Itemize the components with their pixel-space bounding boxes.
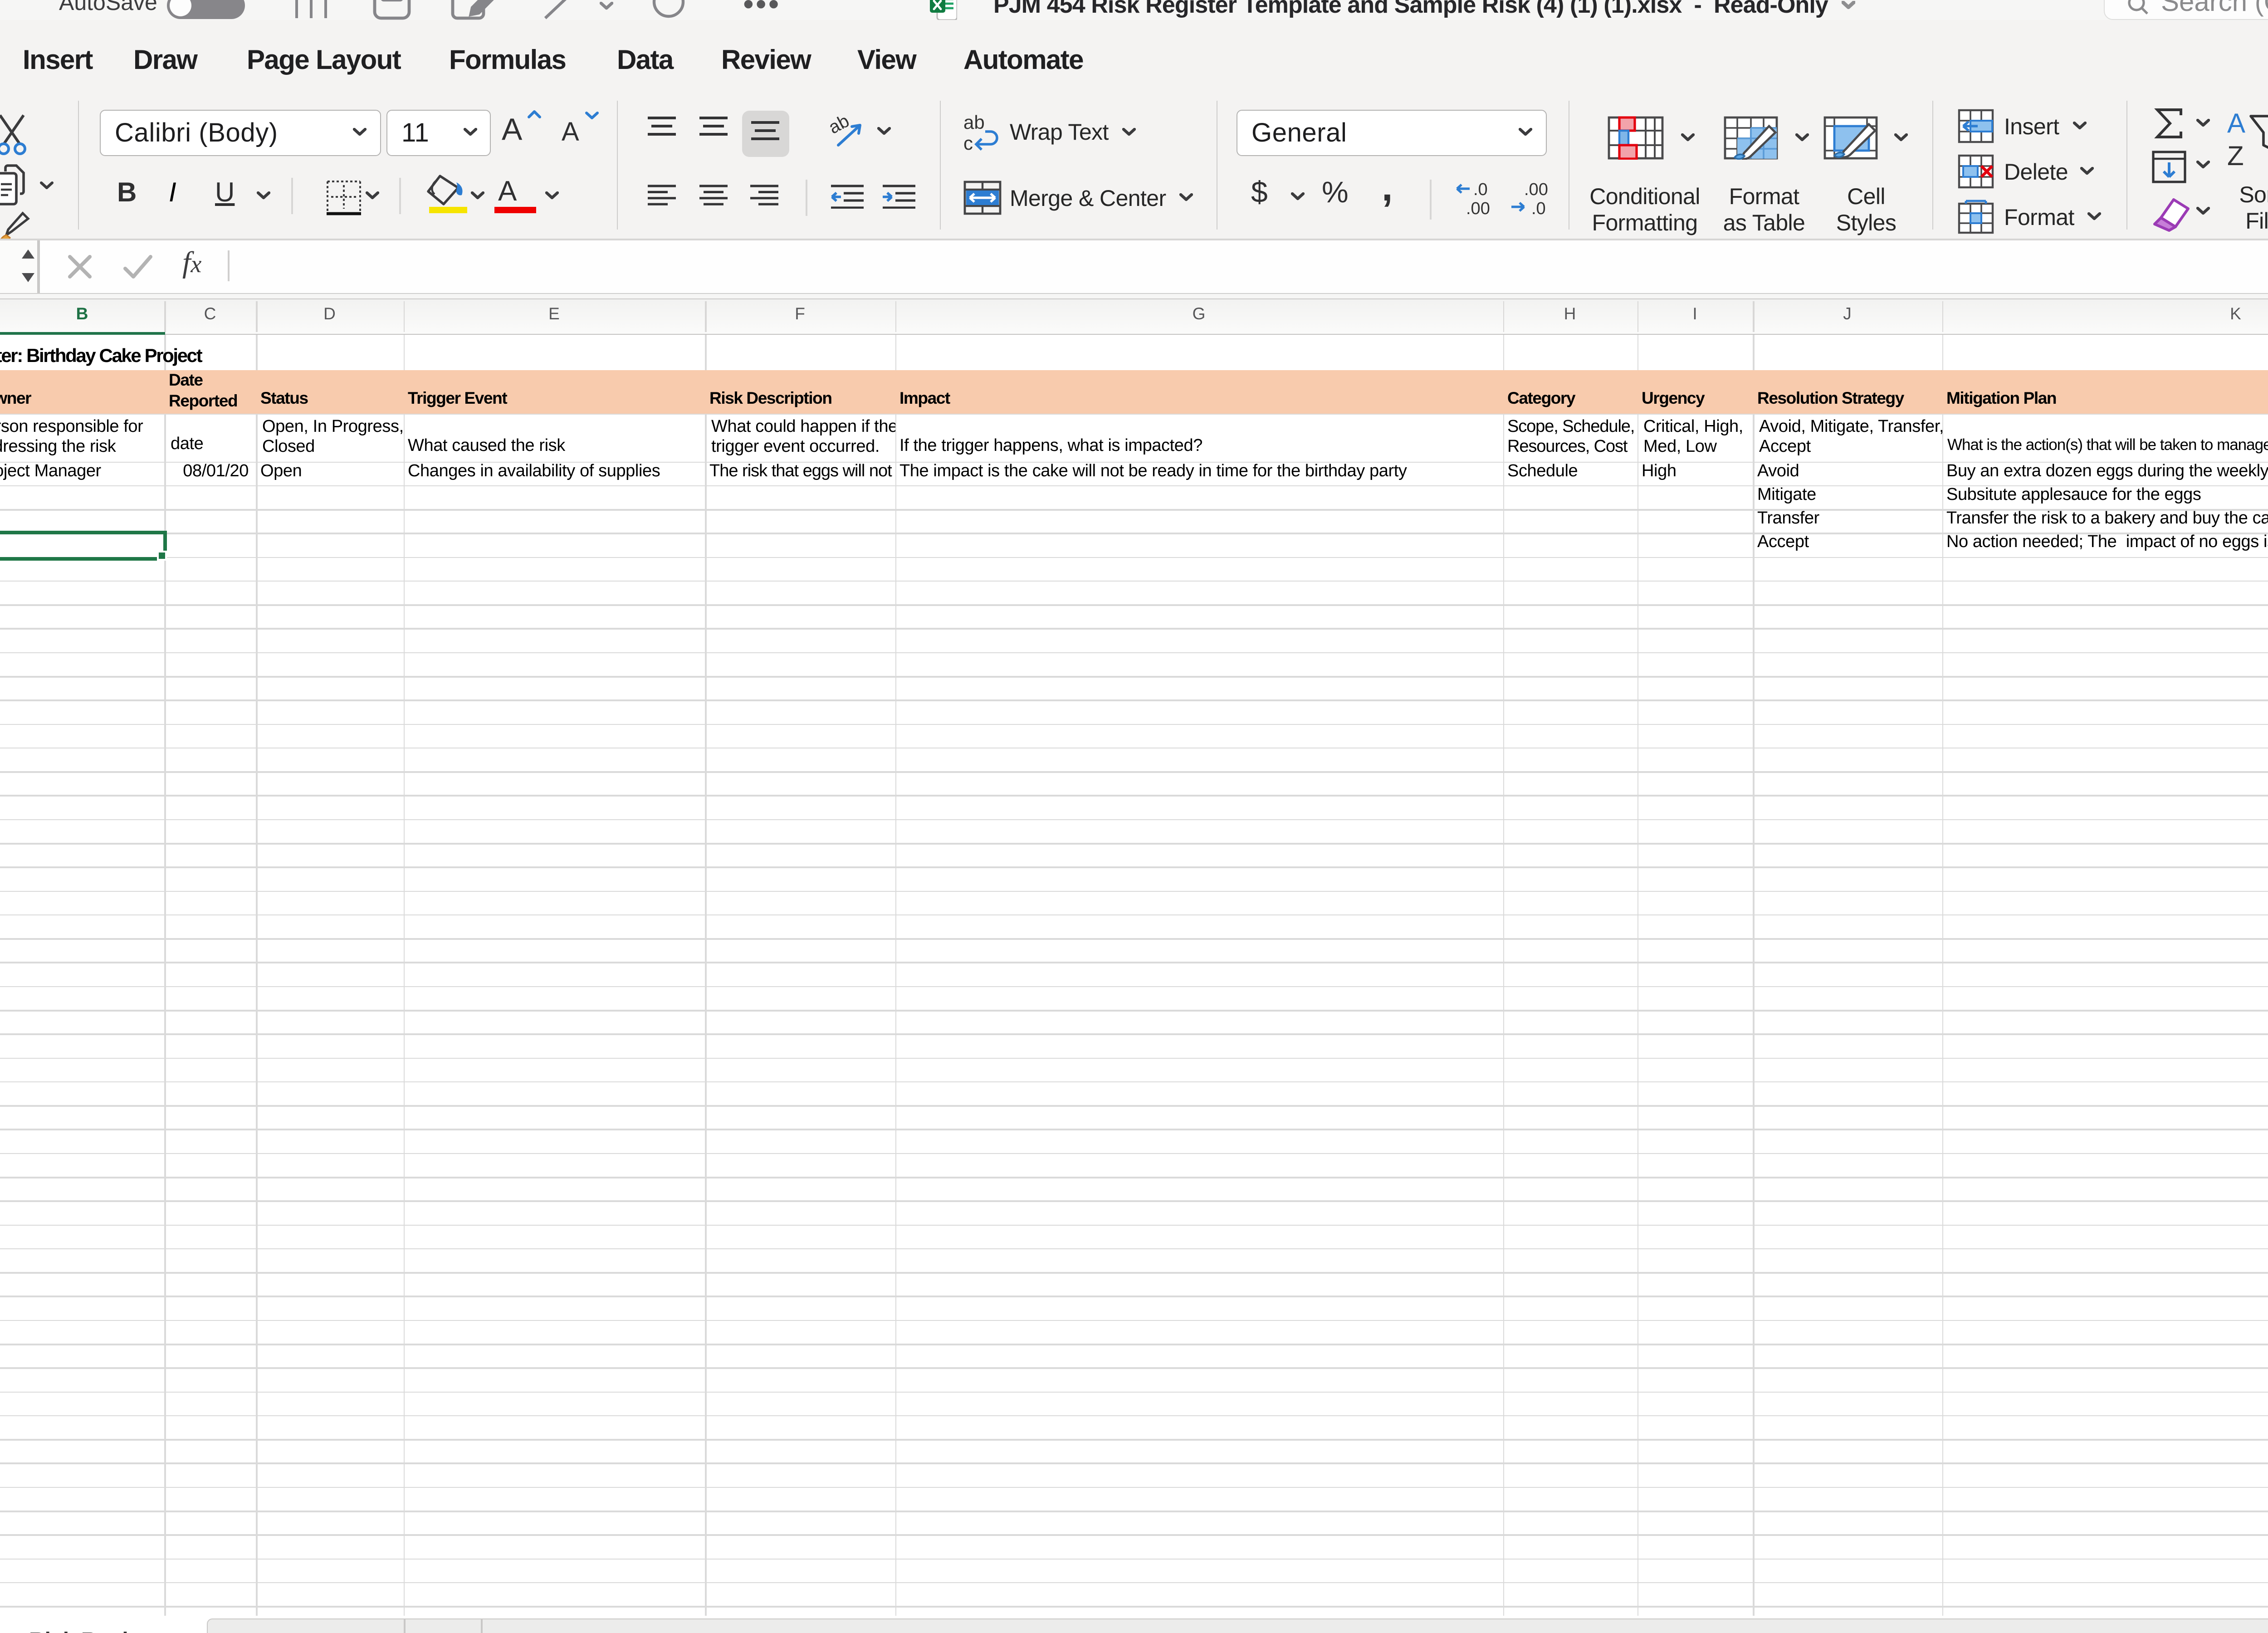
svg-text:A: A xyxy=(2227,109,2245,138)
svg-text:c: c xyxy=(963,132,973,153)
svg-text:.00: .00 xyxy=(1466,199,1490,216)
svg-text:ab: ab xyxy=(963,113,985,133)
svg-text:Z: Z xyxy=(2227,141,2244,171)
svg-text:.0: .0 xyxy=(1473,181,1488,199)
